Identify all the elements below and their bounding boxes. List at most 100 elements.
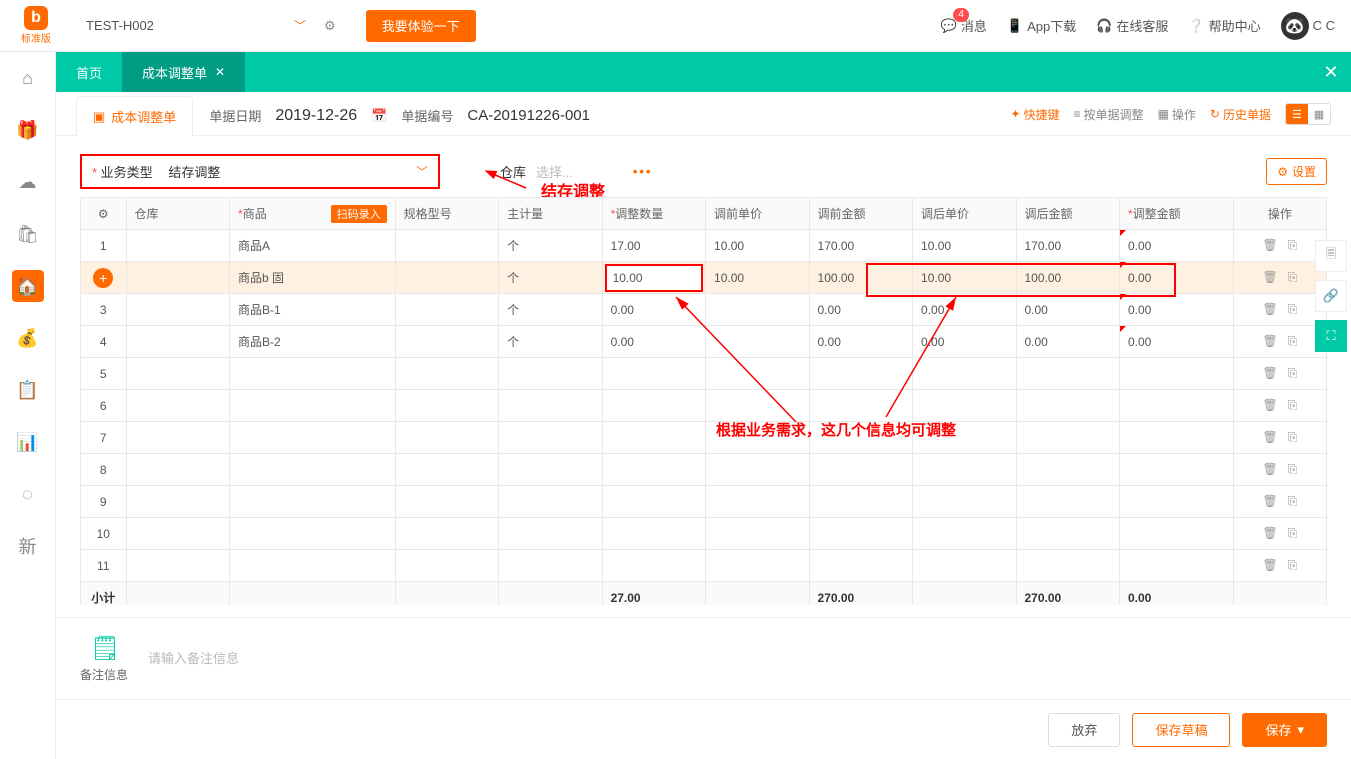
- cell-warehouse[interactable]: [126, 390, 229, 422]
- cell-adj-qty[interactable]: [602, 486, 705, 518]
- add-row-button[interactable]: +: [93, 268, 113, 288]
- copy-row-icon[interactable]: ⎘: [1288, 558, 1298, 573]
- app-download-link[interactable]: 📱 App下载: [1007, 16, 1076, 35]
- workspace-selector[interactable]: TEST-H002 ﹀: [76, 10, 316, 42]
- cell-adj-amount[interactable]: [1119, 454, 1233, 486]
- nav-clipboard-icon[interactable]: 📋: [12, 374, 44, 406]
- cell-post-amount[interactable]: [1016, 550, 1119, 582]
- cell-post-price[interactable]: [913, 518, 1016, 550]
- copy-row-icon[interactable]: ⎘: [1288, 366, 1298, 381]
- panel-note-icon[interactable]: 🗏: [1315, 240, 1347, 272]
- table-row[interactable]: 7🗑⎘: [81, 422, 1327, 454]
- shortcut-link[interactable]: ✦快捷键: [1010, 106, 1059, 123]
- gear-column-icon[interactable]: ⚙: [81, 198, 127, 230]
- cell-adj-amount[interactable]: 0.00: [1119, 294, 1233, 326]
- by-bill-link[interactable]: ≡按单据调整: [1074, 106, 1144, 123]
- cell-post-amount[interactable]: [1016, 518, 1119, 550]
- cell-spec[interactable]: [395, 422, 498, 454]
- cell-adj-amount[interactable]: 0.00: [1119, 326, 1233, 358]
- adj-qty-input[interactable]: 10.00: [605, 264, 703, 292]
- cell-adj-amount[interactable]: [1119, 390, 1233, 422]
- panel-expand-icon[interactable]: ⛶: [1315, 320, 1347, 352]
- warehouse-field[interactable]: 仓库 选择...: [500, 162, 573, 181]
- copy-row-icon[interactable]: ⎘: [1288, 270, 1298, 285]
- cell-adj-qty[interactable]: 0.00: [602, 294, 705, 326]
- cell-spec[interactable]: [395, 454, 498, 486]
- cell-spec[interactable]: [395, 486, 498, 518]
- table-row[interactable]: 1商品A个17.0010.00170.0010.00170.000.00🗑⎘: [81, 230, 1327, 262]
- cell-product[interactable]: 商品A: [230, 230, 396, 262]
- discard-button[interactable]: 放弃: [1048, 713, 1120, 747]
- table-row[interactable]: +商品b 固个10.0010.00100.0010.00100.000.00🗑⎘: [81, 262, 1327, 294]
- cell-spec[interactable]: [395, 326, 498, 358]
- table-row[interactable]: 9🗑⎘: [81, 486, 1327, 518]
- cell-adj-amount[interactable]: [1119, 518, 1233, 550]
- cell-product[interactable]: [230, 390, 396, 422]
- cell-adj-amount[interactable]: [1119, 422, 1233, 454]
- cell-spec[interactable]: [395, 294, 498, 326]
- cell-post-price[interactable]: [913, 486, 1016, 518]
- cell-post-price[interactable]: 10.00: [913, 262, 1016, 294]
- cell-adj-qty[interactable]: [602, 358, 705, 390]
- nav-warehouse-icon[interactable]: 🏠: [12, 270, 44, 302]
- calendar-icon[interactable]: 📅: [371, 108, 387, 124]
- delete-row-icon[interactable]: 🗑: [1262, 398, 1277, 413]
- copy-row-icon[interactable]: ⎘: [1288, 238, 1298, 253]
- cell-post-amount[interactable]: [1016, 390, 1119, 422]
- nav-money-icon[interactable]: 💰: [12, 322, 44, 354]
- cell-adj-qty[interactable]: [602, 422, 705, 454]
- cell-warehouse[interactable]: [126, 454, 229, 486]
- nav-report-icon[interactable]: 📊: [12, 426, 44, 458]
- delete-row-icon[interactable]: 🗑: [1262, 334, 1277, 349]
- cell-adj-qty[interactable]: 10.00: [602, 262, 705, 294]
- cell-adj-qty[interactable]: [602, 454, 705, 486]
- table-row[interactable]: 6🗑⎘: [81, 390, 1327, 422]
- cell-product[interactable]: [230, 486, 396, 518]
- cell-adj-amount[interactable]: [1119, 550, 1233, 582]
- cell-warehouse[interactable]: [126, 326, 229, 358]
- delete-row-icon[interactable]: 🗑: [1262, 494, 1277, 509]
- experience-button[interactable]: 我要体验一下: [366, 10, 476, 42]
- business-type-field[interactable]: 业务类型 结存调整 ﹀: [80, 154, 440, 189]
- nav-home-icon[interactable]: ⌂: [12, 62, 44, 94]
- tab-cost-adjustment[interactable]: 成本调整单 ✕: [122, 52, 245, 92]
- table-row[interactable]: 8🗑⎘: [81, 454, 1327, 486]
- cell-post-price[interactable]: 10.00: [913, 230, 1016, 262]
- cell-post-price[interactable]: 0.00: [913, 294, 1016, 326]
- cell-product[interactable]: [230, 358, 396, 390]
- cell-warehouse[interactable]: [126, 294, 229, 326]
- nav-ring-icon[interactable]: ◌: [12, 478, 44, 510]
- cell-warehouse[interactable]: [126, 518, 229, 550]
- help-center-link[interactable]: ❔ 帮助中心: [1188, 16, 1260, 35]
- cell-post-amount[interactable]: 170.00: [1016, 230, 1119, 262]
- cell-product[interactable]: [230, 550, 396, 582]
- table-row[interactable]: 5🗑⎘: [81, 358, 1327, 390]
- copy-row-icon[interactable]: ⎘: [1288, 526, 1298, 541]
- tabs-close-all-icon[interactable]: ✕: [1311, 52, 1351, 92]
- tab-home[interactable]: 首页: [56, 52, 122, 92]
- delete-row-icon[interactable]: 🗑: [1262, 462, 1277, 477]
- cell-adj-amount[interactable]: 0.00: [1119, 262, 1233, 294]
- cell-spec[interactable]: [395, 230, 498, 262]
- remarks-input[interactable]: [148, 651, 1327, 666]
- messages-link[interactable]: 💬 消息 4: [941, 16, 987, 35]
- cell-product[interactable]: 商品B-2: [230, 326, 396, 358]
- view-grid-icon[interactable]: ▦: [1308, 104, 1330, 124]
- copy-row-icon[interactable]: ⎘: [1288, 398, 1298, 413]
- delete-row-icon[interactable]: 🗑: [1262, 558, 1277, 573]
- delete-row-icon[interactable]: 🗑: [1262, 270, 1277, 285]
- table-row[interactable]: 10🗑⎘: [81, 518, 1327, 550]
- delete-row-icon[interactable]: 🗑: [1262, 238, 1277, 253]
- nav-cloud-icon[interactable]: ☁: [12, 166, 44, 198]
- cell-post-amount[interactable]: [1016, 486, 1119, 518]
- copy-row-icon[interactable]: ⎘: [1288, 302, 1298, 317]
- cell-post-price[interactable]: [913, 422, 1016, 454]
- table-row[interactable]: 3商品B-1个0.000.000.000.000.00🗑⎘: [81, 294, 1327, 326]
- panel-link-icon[interactable]: 🔗: [1315, 280, 1347, 312]
- cell-post-price[interactable]: [913, 550, 1016, 582]
- cell-product[interactable]: [230, 518, 396, 550]
- cell-adj-amount[interactable]: [1119, 358, 1233, 390]
- cell-warehouse[interactable]: [126, 422, 229, 454]
- cell-warehouse[interactable]: [126, 262, 229, 294]
- cell-product[interactable]: 商品B-1: [230, 294, 396, 326]
